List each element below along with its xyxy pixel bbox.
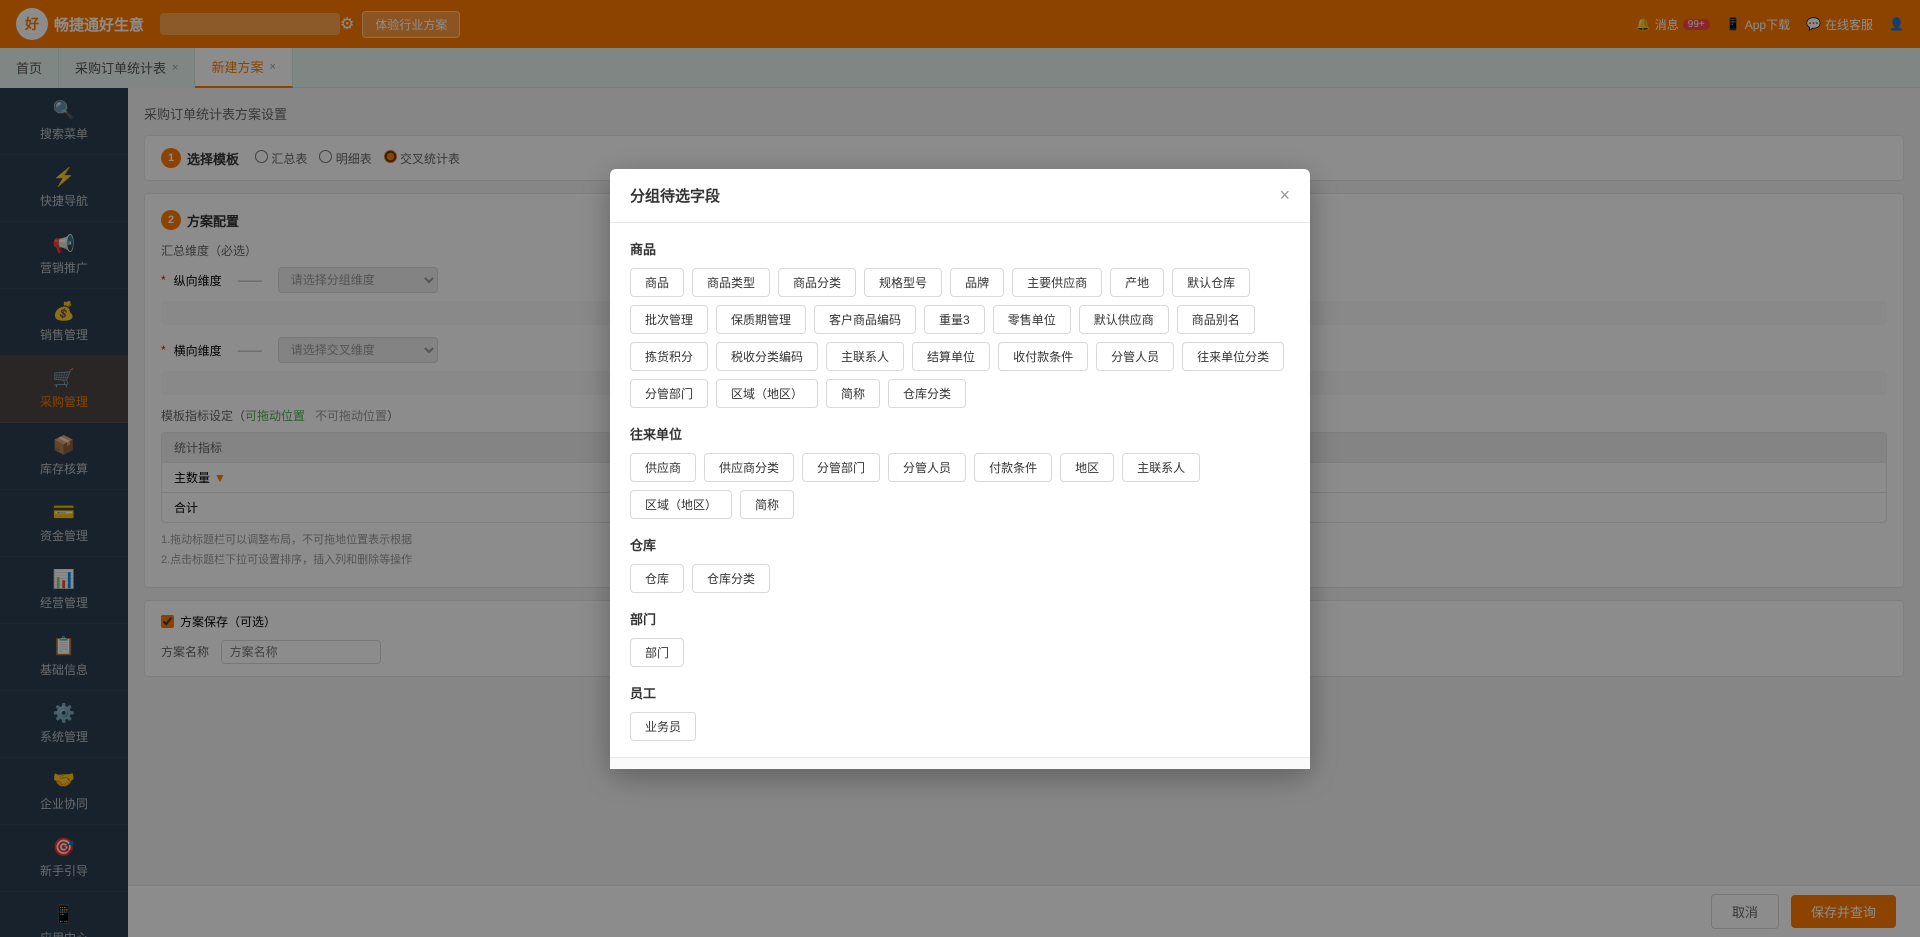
field-section-title-counterpart: 往来单位 <box>630 424 1290 443</box>
field-chip[interactable]: 保质期管理 <box>716 305 806 334</box>
field-chip[interactable]: 分管部门 <box>630 379 708 408</box>
field-chip[interactable]: 商品类型 <box>692 268 770 297</box>
field-chip[interactable]: 简称 <box>826 379 880 408</box>
field-chip[interactable]: 拣货积分 <box>630 342 708 371</box>
field-chips-department: 部门 <box>630 638 1290 667</box>
field-chip[interactable]: 供应商 <box>630 453 696 482</box>
field-chips-warehouse: 仓库仓库分类 <box>630 564 1290 593</box>
field-section-title-employee: 员工 <box>630 683 1290 702</box>
field-chip[interactable]: 税收分类编码 <box>716 342 818 371</box>
field-section-title-goods: 商品 <box>630 239 1290 258</box>
field-chip[interactable]: 往来单位分类 <box>1182 342 1284 371</box>
field-chip[interactable]: 默认仓库 <box>1172 268 1250 297</box>
field-chip[interactable]: 简称 <box>740 490 794 519</box>
field-chip[interactable]: 商品分类 <box>778 268 856 297</box>
field-chip[interactable]: 商品 <box>630 268 684 297</box>
field-chips-counterpart: 供应商供应商分类分管部门分管人员付款条件地区主联系人区域（地区） 简称 <box>630 453 1290 519</box>
field-chips-goods: 商品商品类型商品分类规格型号品牌主要供应商产地默认仓库批次管理保质期管理客户商品… <box>630 268 1290 408</box>
field-section-employee: 员工业务员 <box>630 683 1290 741</box>
field-chip[interactable]: 客户商品编码 <box>814 305 916 334</box>
modal-title: 分组待选字段 <box>630 185 720 206</box>
field-chip[interactable]: 主要供应商 <box>1012 268 1102 297</box>
modal-header: 分组待选字段 × <box>610 169 1310 223</box>
field-chip[interactable]: 区域（地区） <box>630 490 732 519</box>
field-chip[interactable]: 产地 <box>1110 268 1164 297</box>
field-chip[interactable]: 品牌 <box>950 268 1004 297</box>
field-chip[interactable]: 区域（地区） <box>716 379 818 408</box>
field-chip[interactable]: 仓库分类 <box>888 379 966 408</box>
field-chip[interactable]: 结算单位 <box>912 342 990 371</box>
modal: 分组待选字段 × 商品商品商品类型商品分类规格型号品牌主要供应商产地默认仓库批次… <box>610 169 1310 769</box>
field-chip[interactable]: 部门 <box>630 638 684 667</box>
field-chip[interactable]: 批次管理 <box>630 305 708 334</box>
field-chip[interactable]: 规格型号 <box>864 268 942 297</box>
field-section-title-warehouse: 仓库 <box>630 535 1290 554</box>
field-chip[interactable]: 零售单位 <box>993 305 1071 334</box>
field-chip[interactable]: 分管人员 <box>888 453 966 482</box>
field-chip[interactable]: 主联系人 <box>1122 453 1200 482</box>
modal-body[interactable]: 商品商品商品类型商品分类规格型号品牌主要供应商产地默认仓库批次管理保质期管理客户… <box>610 223 1310 757</box>
field-chips-employee: 业务员 <box>630 712 1290 741</box>
field-chip[interactable]: 仓库分类 <box>692 564 770 593</box>
modal-overlay[interactable]: 分组待选字段 × 商品商品商品类型商品分类规格型号品牌主要供应商产地默认仓库批次… <box>0 0 1920 937</box>
field-chip[interactable]: 地区 <box>1060 453 1114 482</box>
field-chip[interactable]: 业务员 <box>630 712 696 741</box>
field-section-warehouse: 仓库仓库仓库分类 <box>630 535 1290 593</box>
field-chip[interactable]: 分管人员 <box>1096 342 1174 371</box>
field-chip[interactable]: 供应商分类 <box>704 453 794 482</box>
field-section-goods: 商品商品商品类型商品分类规格型号品牌主要供应商产地默认仓库批次管理保质期管理客户… <box>630 239 1290 408</box>
field-chip[interactable]: 付款条件 <box>974 453 1052 482</box>
field-chip[interactable]: 商品别名 <box>1177 305 1255 334</box>
field-chip[interactable]: 重量3 <box>924 305 985 334</box>
field-chip[interactable]: 主联系人 <box>826 342 904 371</box>
field-chip[interactable]: 仓库 <box>630 564 684 593</box>
field-section-counterpart: 往来单位供应商供应商分类分管部门分管人员付款条件地区主联系人区域（地区） 简称 <box>630 424 1290 519</box>
modal-close-button[interactable]: × <box>1279 186 1290 204</box>
field-chip[interactable]: 收付款条件 <box>998 342 1088 371</box>
field-chip[interactable]: 默认供应商 <box>1079 305 1169 334</box>
field-section-title-department: 部门 <box>630 609 1290 628</box>
field-section-department: 部门部门 <box>630 609 1290 667</box>
modal-scrollbar-bottom[interactable] <box>610 757 1310 769</box>
field-chip[interactable]: 分管部门 <box>802 453 880 482</box>
